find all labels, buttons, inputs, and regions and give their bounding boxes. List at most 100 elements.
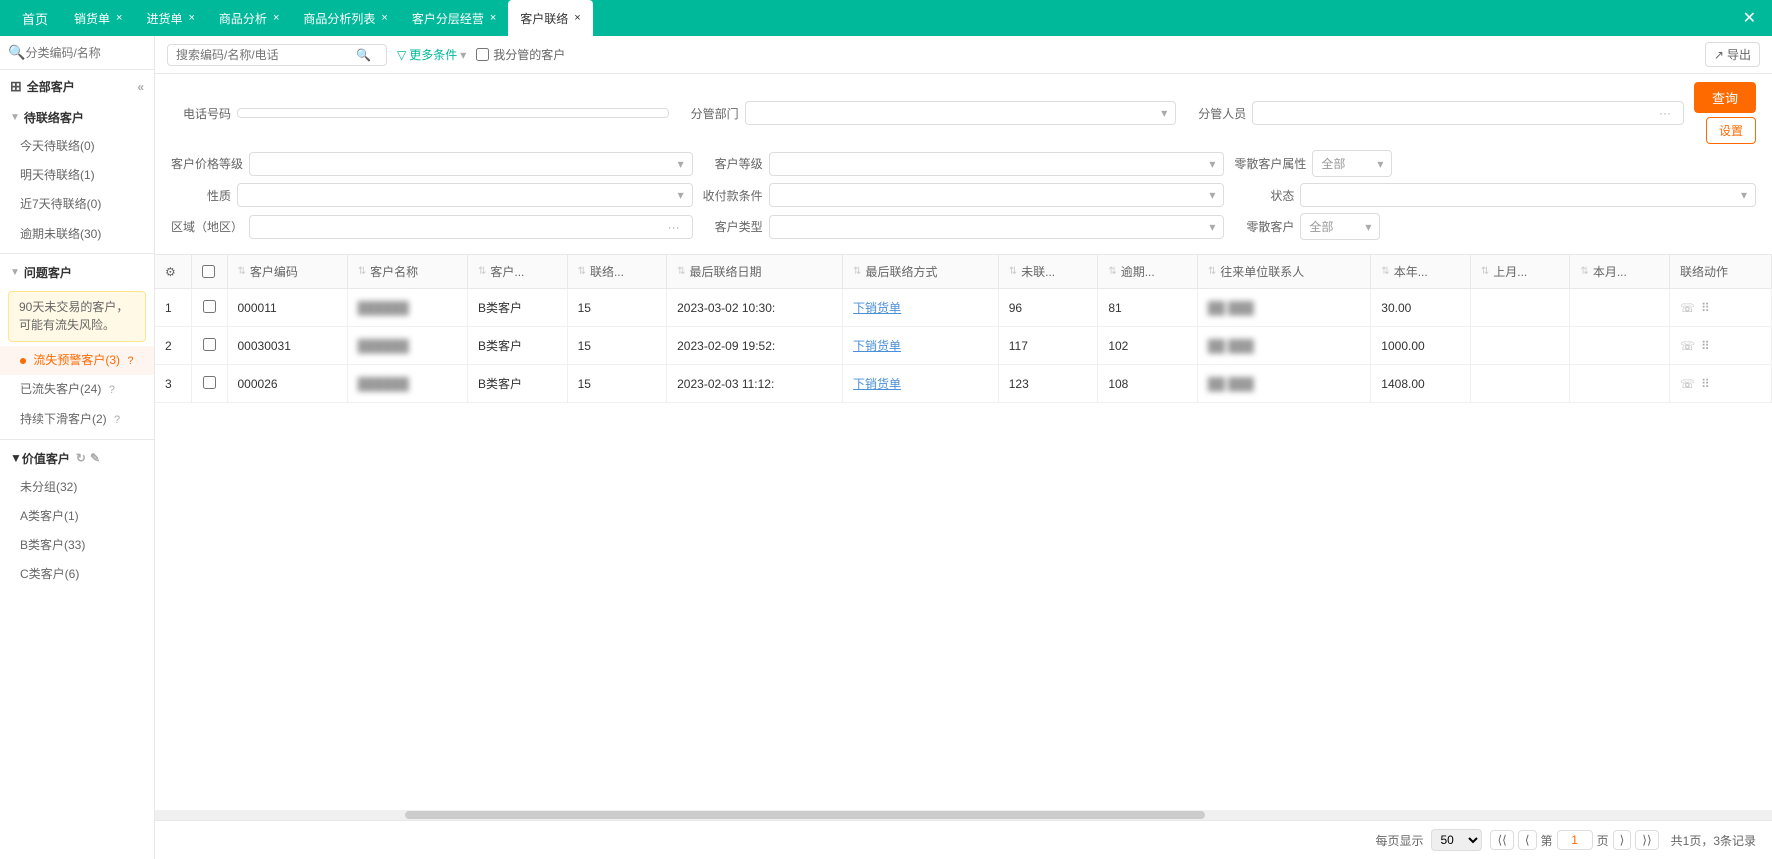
th-this-month[interactable]: ⇅ 本月... — [1570, 255, 1670, 289]
sidebar-group-problem-title[interactable]: ▼ 问题客户 — [0, 258, 154, 287]
sidebar-item-overdue[interactable]: 逾期未联络(30) — [0, 220, 154, 249]
th-last-date[interactable]: ⇅ 最后联络日期 — [667, 255, 843, 289]
close-tab-sales[interactable]: × — [116, 12, 122, 24]
sidebar-search-input[interactable] — [25, 46, 155, 60]
settings-button[interactable]: 设置 — [1706, 117, 1756, 144]
row-checkbox-2[interactable] — [203, 376, 216, 389]
close-tab-product-analysis[interactable]: × — [273, 12, 279, 24]
input-region[interactable]: ··· — [249, 215, 693, 239]
sidebar-item-today[interactable]: 今天待联络(0) — [0, 132, 154, 161]
sidebar-group-pending-title[interactable]: ▼ 待联络客户 — [0, 103, 154, 132]
input-person[interactable]: ··· — [1252, 101, 1684, 125]
action-more-icon-0[interactable]: ⠿ — [1701, 301, 1710, 315]
close-tab-customer-contact[interactable]: × — [574, 12, 580, 24]
main-search-icon[interactable]: 🔍 — [356, 48, 371, 62]
next-page-btn[interactable]: ⟩ — [1613, 830, 1632, 850]
action-more-icon-1[interactable]: ⠿ — [1701, 339, 1710, 353]
close-tab-product-list[interactable]: × — [381, 12, 387, 24]
select-retail-attr[interactable]: 全部 ▾ — [1312, 150, 1392, 177]
scrollbar-thumb[interactable] — [405, 811, 1205, 819]
first-page-btn[interactable]: ⟨⟨ — [1490, 830, 1513, 850]
tab-customer-tier[interactable]: 客户分层经营 × — [400, 0, 508, 36]
th-this-year[interactable]: ⇅ 本年... — [1371, 255, 1471, 289]
th-contact[interactable]: ⇅ 联络... — [567, 255, 667, 289]
page-number-input[interactable] — [1557, 830, 1593, 850]
th-no-contact[interactable]: ⇅ 未联... — [998, 255, 1098, 289]
main-search-input[interactable] — [176, 48, 356, 62]
action-phone-icon-0[interactable]: ☏ — [1680, 301, 1695, 315]
link-order-2[interactable]: 下销货单 — [853, 377, 901, 391]
th-code[interactable]: ⇅ 客户编码 — [227, 255, 347, 289]
select-customer-type[interactable]: ▾ — [769, 215, 1225, 239]
divider-2 — [0, 439, 154, 440]
select-all-checkbox[interactable] — [202, 265, 215, 278]
query-button[interactable]: 查询 — [1694, 82, 1756, 113]
cell-type-2: B类客户 — [468, 365, 568, 403]
row-checkbox-0[interactable] — [203, 300, 216, 313]
select-retail-customer[interactable]: 全部 ▾ — [1300, 213, 1380, 240]
link-order-0[interactable]: 下销货单 — [853, 301, 901, 315]
select-status[interactable]: ▾ — [1300, 183, 1756, 207]
prev-page-btn[interactable]: ⟨ — [1518, 830, 1537, 850]
per-page-select[interactable]: 50 100 200 — [1431, 829, 1482, 851]
close-tab-purchase[interactable]: × — [188, 12, 194, 24]
input-phone[interactable] — [237, 108, 669, 118]
select-nature[interactable]: ▾ — [237, 183, 693, 207]
sidebar-item-tomorrow[interactable]: 明天待联络(1) — [0, 161, 154, 190]
select-payment[interactable]: ▾ — [769, 183, 1225, 207]
refresh-icon[interactable]: ↻ — [76, 451, 86, 465]
th-contact-person[interactable]: ⇅ 往来单位联系人 — [1197, 255, 1370, 289]
cell-ty-0: 30.00 — [1371, 289, 1471, 327]
action-more-icon-2[interactable]: ⠿ — [1701, 377, 1710, 391]
collapse-icon[interactable]: « — [137, 80, 144, 94]
sort-icon-type: ⇅ — [478, 266, 486, 277]
th-checkbox — [191, 255, 227, 289]
close-tab-customer-tier[interactable]: × — [490, 12, 496, 24]
sidebar-item-b-class[interactable]: B类客户(33) — [0, 531, 154, 560]
tab-purchase[interactable]: 进货单 × — [134, 0, 206, 36]
th-settings[interactable]: ⚙ — [155, 255, 191, 289]
label-customer-tier: 客户等级 — [703, 155, 763, 172]
th-name[interactable]: ⇅ 客户名称 — [347, 255, 467, 289]
more-conditions-btn[interactable]: ▽ 更多条件 ▾ — [397, 46, 466, 63]
select-dept[interactable]: ▾ — [745, 101, 1177, 125]
select-price-tier[interactable]: ▾ — [249, 152, 693, 176]
my-customers-checkbox[interactable] — [476, 48, 489, 61]
more-dots-region[interactable]: ··· — [664, 220, 684, 234]
sidebar-group-pending: ▼ 待联络客户 今天待联络(0) 明天待联络(1) 近7天待联络(0) 逾期未联… — [0, 103, 154, 249]
th-last-month[interactable]: ⇅ 上月... — [1470, 255, 1570, 289]
link-order-1[interactable]: 下销货单 — [853, 339, 901, 353]
tab-product-analysis-list[interactable]: 商品分析列表 × — [291, 0, 399, 36]
edit-icon[interactable]: ✎ — [90, 451, 100, 465]
sidebar-item-declining[interactable]: 持续下滑客户(2) ? — [0, 405, 154, 435]
tab-product-analysis[interactable]: 商品分析 × — [207, 0, 291, 36]
sidebar-item-c-class[interactable]: C类客户(6) — [0, 560, 154, 589]
th-type[interactable]: ⇅ 客户... — [468, 255, 568, 289]
action-phone-icon-1[interactable]: ☏ — [1680, 339, 1695, 353]
select-customer-tier[interactable]: ▾ — [769, 152, 1225, 176]
th-last-type[interactable]: ⇅ 最后联络方式 — [843, 255, 999, 289]
sidebar-item-a-class[interactable]: A类客户(1) — [0, 502, 154, 531]
tab-sales-order[interactable]: 销货单 × — [62, 0, 134, 36]
sidebar-group-value-title[interactable]: ▼ 价值客户 ↻ ✎ — [0, 444, 154, 473]
field-dept: 分管部门 ▾ — [679, 101, 1177, 125]
th-overdue[interactable]: ⇅ 逾期... — [1098, 255, 1198, 289]
table-settings-icon[interactable]: ⚙ — [165, 265, 176, 279]
more-dots-person[interactable]: ··· — [1655, 106, 1675, 120]
sidebar-item-churned[interactable]: 已流失客户(24) ? — [0, 375, 154, 405]
last-page-btn[interactable]: ⟩⟩ — [1635, 830, 1658, 850]
tab-customer-contact[interactable]: 客户联络 × — [508, 0, 592, 36]
export-btn[interactable]: ↗ 导出 — [1705, 42, 1760, 67]
cell-od-0: 81 — [1098, 289, 1198, 327]
tab-home[interactable]: 首页 — [8, 9, 62, 28]
field-person: 分管人员 ··· — [1186, 101, 1684, 125]
action-phone-icon-2[interactable]: ☏ — [1680, 377, 1695, 391]
window-close-button[interactable]: ✕ — [1735, 8, 1764, 28]
sidebar-item-churn-warning[interactable]: 流失预警客户(3) ? — [0, 346, 154, 376]
table-scrollbar[interactable] — [155, 810, 1772, 820]
sidebar-all-customers[interactable]: ⊞ 全部客户 « — [0, 70, 154, 103]
sidebar-item-7days[interactable]: 近7天待联络(0) — [0, 190, 154, 219]
sidebar-item-ungroup[interactable]: 未分组(32) — [0, 473, 154, 502]
row-checkbox-1[interactable] — [203, 338, 216, 351]
cell-name-2: ██████ — [347, 365, 467, 403]
